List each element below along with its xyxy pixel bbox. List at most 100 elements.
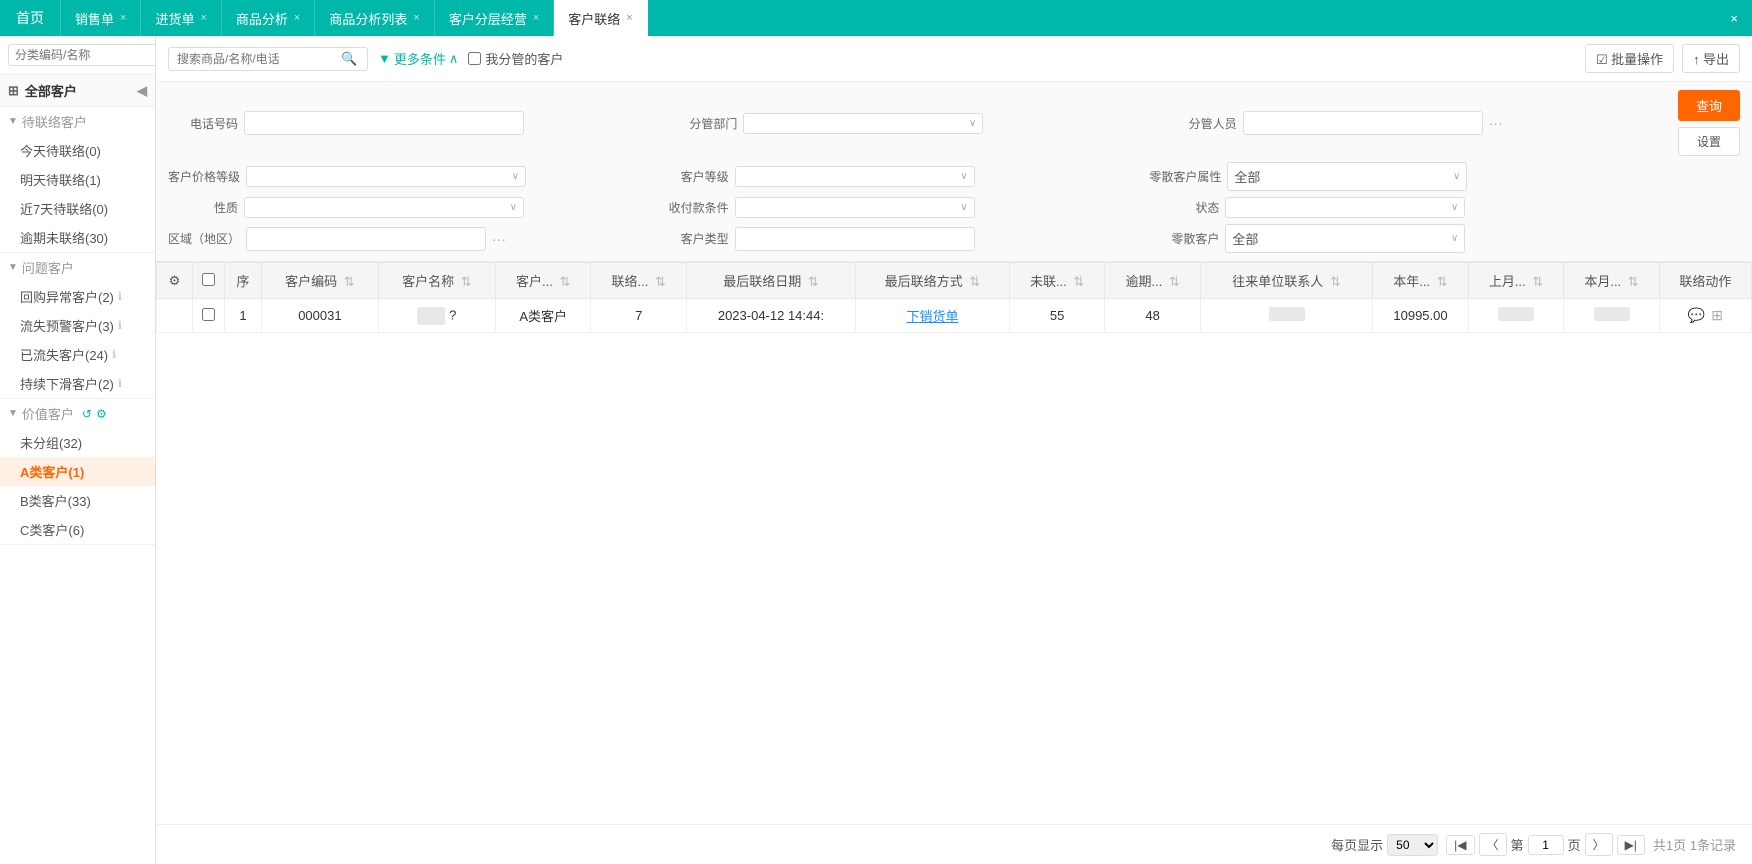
page-size-select[interactable]: 50 100 200 [1387, 834, 1438, 856]
th-code[interactable]: 客户编码 ⇅ [261, 263, 378, 299]
row-checkbox[interactable] [202, 308, 215, 321]
phone-input[interactable] [244, 111, 524, 135]
nav-tab-sales[interactable]: 销售单 × [61, 0, 141, 36]
nav-tab-customer-contact[interactable]: 客户联络 × [554, 0, 647, 36]
checkbox-icon: ☑ [1596, 52, 1608, 67]
sidebar-item-overdue[interactable]: 逾期未联络(30) [0, 223, 155, 252]
nav-home[interactable]: 首页 [0, 0, 61, 36]
sidebar-item-class-c[interactable]: C类客户(6) [0, 515, 155, 544]
search-box: 🔍 [168, 47, 368, 71]
sidebar-group-value[interactable]: ▼ 价值客户 ↺ ⚙ [0, 399, 155, 428]
payment-select[interactable]: ∨ [735, 197, 975, 218]
filter-row-4: 区域（地区） ··· 客户类型 零散客户 全部 ∨ [168, 224, 1740, 253]
close-tab-analysis[interactable]: × [294, 12, 300, 24]
close-all-tabs[interactable]: × [1716, 11, 1752, 26]
td-checkbox [193, 299, 225, 333]
sidebar-item-declining[interactable]: 持续下滑客户(2) ℹ [0, 369, 155, 398]
filter-cell-customer-type: 客户类型 [659, 227, 1150, 251]
th-contacts[interactable]: 往来单位联系人 ⇅ [1200, 263, 1372, 299]
th-this-month[interactable]: 本月... ⇅ [1564, 263, 1660, 299]
sidebar-section-pending: ▼ 待联络客户 今天待联络(0) 明天待联络(1) 近7天待联络(0) 逾期未联… [0, 107, 155, 253]
last-page-btn[interactable]: ▶| [1617, 835, 1645, 855]
next-page-btn[interactable]: 〉 [1585, 833, 1613, 856]
th-last-month[interactable]: 上月... ⇅ [1468, 263, 1564, 299]
sidebar-item-tomorrow-pending[interactable]: 明天待联络(1) [0, 165, 155, 194]
status-select[interactable]: ∨ [1225, 197, 1465, 218]
search-icon[interactable]: 🔍 [341, 51, 357, 67]
nature-arrow: ∨ [510, 202, 517, 213]
sidebar-item-ungraded[interactable]: 未分组(32) [0, 428, 155, 457]
th-last-date[interactable]: 最后联络日期 ⇅ [686, 263, 855, 299]
price-level-select[interactable]: ∨ [246, 166, 526, 187]
th-contact[interactable]: 联络... ⇅ [591, 263, 687, 299]
th-gear[interactable]: ⚙ [157, 263, 193, 299]
refresh-icon[interactable]: ↺ [82, 407, 92, 421]
my-customers-checkbox[interactable] [468, 52, 481, 65]
th-type[interactable]: 客户... ⇅ [495, 263, 591, 299]
prev-page-btn[interactable]: 〈 [1479, 833, 1507, 856]
sidebar-item-repurchase-abnormal[interactable]: 回购异常客户(2) ℹ [0, 282, 155, 311]
region-input[interactable] [246, 227, 486, 251]
page-input[interactable] [1528, 835, 1564, 855]
sidebar-collapse-btn[interactable]: ◀ [137, 83, 147, 99]
sidebar-item-class-a[interactable]: A类客户(1) [0, 457, 155, 486]
td-overdue: 48 [1105, 299, 1201, 333]
close-tab-customer-ops[interactable]: × [533, 12, 539, 24]
settings-button[interactable]: 设置 [1678, 127, 1740, 156]
price-level-label: 客户价格等级 [168, 168, 240, 185]
nav-tab-customer-ops[interactable]: 客户分层经营 × [435, 0, 554, 36]
sidebar-item-churned[interactable]: 已流失客户(24) ℹ [0, 340, 155, 369]
query-button[interactable]: 查询 [1678, 90, 1740, 121]
sort-icon-name: ⇅ [461, 274, 472, 289]
info-icon-repurchase: ℹ [118, 290, 122, 303]
last-method-link[interactable]: 下销货单 [906, 309, 958, 324]
left-sidebar: 🔍 ⊞ 全部客户 ◀ ▼ 待联络客户 今天待联络(0) 明天待联络(1) 近7天… [0, 36, 156, 864]
search-input[interactable] [177, 52, 337, 66]
manager-dots-btn[interactable]: ··· [1489, 115, 1503, 131]
th-last-method[interactable]: 最后联络方式 ⇅ [856, 263, 1010, 299]
customer-type-input[interactable] [735, 227, 975, 251]
export-btn[interactable]: ↑ 导出 [1682, 44, 1740, 73]
retail-customer-select[interactable]: 全部 ∨ [1225, 224, 1465, 253]
more-filters-btn[interactable]: ▼ 更多条件 ∧ [378, 49, 458, 68]
close-tab-sales[interactable]: × [120, 12, 126, 24]
nav-tab-purchase[interactable]: 进货单 × [141, 0, 221, 36]
close-tab-customer-contact[interactable]: × [626, 12, 632, 24]
message-icon[interactable]: 💬 [1688, 307, 1705, 324]
batch-ops-btn[interactable]: ☑ 批量操作 [1585, 44, 1674, 73]
sidebar-item-today-pending[interactable]: 今天待联络(0) [0, 136, 155, 165]
nav-tab-analysis[interactable]: 商品分析 × [222, 0, 315, 36]
sort-icon-last-date: ⇅ [808, 274, 819, 289]
th-uncontacted[interactable]: 未联... ⇅ [1009, 263, 1105, 299]
first-page-btn[interactable]: |◀ [1446, 835, 1474, 855]
manager-input[interactable] [1243, 111, 1483, 135]
retail-attr-select[interactable]: 全部 ∨ [1227, 162, 1467, 191]
close-tab-analysis-list[interactable]: × [413, 12, 419, 24]
sidebar-item-churn-warning[interactable]: 流失预警客户(3) ℹ [0, 311, 155, 340]
close-tab-purchase[interactable]: × [200, 12, 206, 24]
th-overdue[interactable]: 逾期... ⇅ [1105, 263, 1201, 299]
td-gear [157, 299, 193, 333]
nature-select[interactable]: ∨ [244, 197, 524, 218]
retail-attr-label: 零散客户属性 [1149, 168, 1221, 185]
select-all-checkbox[interactable] [202, 273, 215, 286]
th-this-year[interactable]: 本年... ⇅ [1373, 263, 1469, 299]
filter-cell-price-level: 客户价格等级 ∨ [168, 166, 659, 187]
share-icon[interactable]: ⊞ [1711, 307, 1723, 324]
th-name[interactable]: 客户名称 ⇅ [378, 263, 495, 299]
customer-level-select[interactable]: ∨ [735, 166, 975, 187]
sidebar-item-class-b[interactable]: B类客户(33) [0, 486, 155, 515]
table-row: 1 000031 ? A类客户 7 2023-04-12 14:44: 下销货单… [157, 299, 1752, 333]
sidebar-item-week-pending[interactable]: 近7天待联络(0) [0, 194, 155, 223]
sidebar-search-input[interactable] [8, 44, 156, 66]
dept-select[interactable]: ∨ [743, 113, 983, 134]
sidebar-group-pending[interactable]: ▼ 待联络客户 [0, 107, 155, 136]
region-dots-btn[interactable]: ··· [492, 231, 506, 247]
filter-cell-dept: 分管部门 ∨ [667, 113, 1166, 134]
payment-label: 收付款条件 [659, 199, 729, 216]
region-label: 区域（地区） [168, 230, 240, 247]
sidebar-group-problem[interactable]: ▼ 问题客户 [0, 253, 155, 282]
settings-icon[interactable]: ⚙ [96, 407, 107, 421]
td-uncontacted: 55 [1009, 299, 1105, 333]
nav-tab-analysis-list[interactable]: 商品分析列表 × [315, 0, 434, 36]
